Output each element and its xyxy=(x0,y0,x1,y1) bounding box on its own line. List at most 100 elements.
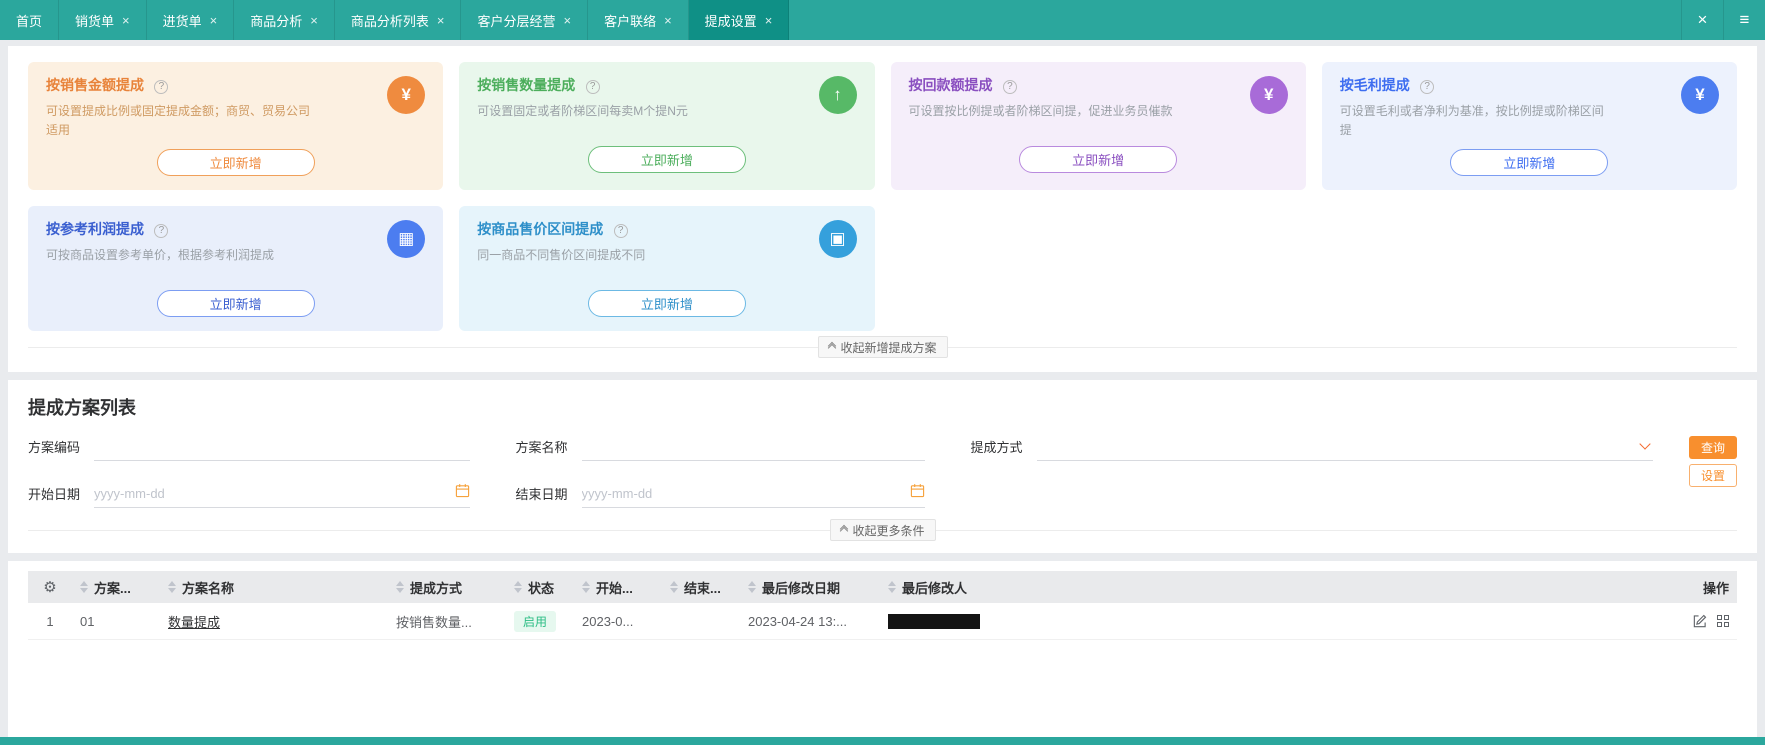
help-icon[interactable]: ? xyxy=(1002,79,1017,94)
tab-bar: 首页 销货单 × 进货单 × 商品分析 × 商品分析列表 × 客户分层经营 × … xyxy=(0,0,1765,40)
plan-name-field: 方案名称 xyxy=(515,436,971,462)
card-description: 可按商品设置参考单价，根据参考利润提成 xyxy=(46,248,275,263)
calendar-icon[interactable] xyxy=(455,483,470,503)
tab-label: 客户分层经营 xyxy=(477,13,556,29)
plan-name-link[interactable]: 数量提成 xyxy=(168,612,220,631)
row-operations xyxy=(1667,614,1737,629)
plan-code-input[interactable] xyxy=(94,436,470,457)
icon-glyph: ▦ xyxy=(398,229,415,249)
sort-icon[interactable] xyxy=(748,581,756,594)
header-start-date[interactable]: 开始... xyxy=(574,578,662,597)
search-button[interactable]: 查询 xyxy=(1689,436,1737,460)
header-label: 开始... xyxy=(596,580,633,596)
tab-product-analysis-list[interactable]: 商品分析列表 × xyxy=(335,0,462,40)
header-end-date[interactable]: 结束... xyxy=(662,578,740,597)
tab-close-icon[interactable]: × xyxy=(437,13,445,28)
header-modified-by[interactable]: 最后修改人 xyxy=(880,578,1667,597)
sort-icon[interactable] xyxy=(168,581,176,594)
end-date-input[interactable] xyxy=(581,483,904,504)
sort-icon[interactable] xyxy=(582,581,590,594)
add-now-button[interactable]: 立即新增 xyxy=(587,290,746,318)
card-title-row: 按回款额提成 ? xyxy=(909,75,1288,95)
row-start-date: 2023-0... xyxy=(582,613,634,629)
tab-customer-segmentation[interactable]: 客户分层经营 × xyxy=(461,0,589,40)
tab-sales-order[interactable]: 销货单 × xyxy=(59,0,147,40)
commission-method-value[interactable] xyxy=(1036,436,1641,457)
filter-buttons: 查询 设置 xyxy=(1689,436,1737,488)
tabbar-actions: × ≡ xyxy=(1681,0,1765,40)
profit-icon: ¥ xyxy=(1681,76,1719,114)
main-content: 按销售金额提成 ? 可设置提成比例或固定提成金额；商贸、贸易公司适用 ¥ 立即新… xyxy=(0,40,1765,737)
add-now-button[interactable]: 立即新增 xyxy=(1450,149,1609,177)
menu-icon[interactable]: ≡ xyxy=(1723,0,1765,40)
sort-icon[interactable] xyxy=(80,581,88,594)
sort-icon[interactable] xyxy=(396,581,404,594)
edit-icon[interactable] xyxy=(1692,614,1707,629)
header-label: 最后修改日期 xyxy=(762,580,841,596)
add-now-button[interactable]: 立即新增 xyxy=(587,146,746,173)
plan-name-label: 方案名称 xyxy=(515,440,568,456)
commission-method-select[interactable] xyxy=(1036,436,1653,462)
help-icon[interactable]: ? xyxy=(585,79,600,94)
header-label: 最后修改人 xyxy=(902,580,968,596)
card-payment-collection-commission: 按回款额提成 ? 可设置按比例提或者阶梯区间提，促进业务员催款 ¥ 立即新增 xyxy=(890,62,1306,191)
tab-close-icon[interactable]: × xyxy=(765,13,773,28)
icon-glyph: ↑ xyxy=(833,85,842,104)
quantity-icon: ↑ xyxy=(818,76,857,114)
row-index: 1 xyxy=(46,613,54,629)
start-date-input[interactable] xyxy=(94,483,449,504)
card-description: 可设置固定或者阶梯区间每卖M个提N元 xyxy=(477,104,688,118)
tab-close-icon[interactable]: × xyxy=(563,13,571,28)
sort-icon[interactable] xyxy=(514,581,522,594)
header-plan-code[interactable]: 方案... xyxy=(72,578,160,597)
tab-close-icon[interactable]: × xyxy=(122,13,130,28)
collapse-cards-toggle[interactable]: 收起新增提成方案 xyxy=(817,336,948,359)
add-now-button[interactable]: 立即新增 xyxy=(1019,146,1178,173)
table-row[interactable]: 1 01 数量提成 按销售数量... 启用 2023-0... 2023-04-… xyxy=(28,603,1737,641)
tab-product-analysis[interactable]: 商品分析 × xyxy=(234,0,335,40)
header-method[interactable]: 提成方式 xyxy=(388,578,506,597)
tab-purchase-order[interactable]: 进货单 × xyxy=(147,0,235,40)
gear-icon[interactable]: ⚙ xyxy=(43,578,56,596)
row-plan-code: 01 xyxy=(80,613,95,629)
card-title-row: 按毛利提成 ? xyxy=(1340,75,1719,95)
tab-close-icon[interactable]: × xyxy=(664,13,672,28)
payment-icon: ¥ xyxy=(1249,76,1288,114)
tab-commission-settings[interactable]: 提成设置 × xyxy=(688,0,790,40)
filter-row-2: 开始日期 结束日期 xyxy=(28,483,1654,509)
tab-label: 提成设置 xyxy=(704,13,757,29)
plan-table-section: ⚙ 方案... 方案名称 提成方式 状态 开始... 结束... 最后修改日期 … xyxy=(8,561,1757,737)
help-icon[interactable]: ? xyxy=(154,79,169,94)
plan-list-section: 提成方案列表 方案编码 方案名称 提成方式 开始日期 yyyy-mm-dd 结束… xyxy=(8,380,1757,554)
settings-button[interactable]: 设置 xyxy=(1689,464,1737,488)
filter-row-2-spacer xyxy=(971,483,1654,508)
collapse-filter-toggle[interactable]: 收起更多条件 xyxy=(829,519,936,542)
card-gross-profit-commission: 按毛利提成 ? 可设置毛利或者净利为基准，按比例提或阶梯区间提 ¥ 立即新增 xyxy=(1321,62,1737,191)
sort-icon[interactable] xyxy=(670,581,678,594)
tab-close-icon[interactable]: × xyxy=(310,13,318,28)
help-icon[interactable]: ? xyxy=(154,223,169,238)
money-bag-icon: ¥ xyxy=(387,76,426,114)
tab-customer-contact[interactable]: 客户联络 × xyxy=(588,0,689,40)
footer-bar xyxy=(0,737,1765,745)
add-now-button[interactable]: 立即新增 xyxy=(156,290,315,318)
more-grid-icon[interactable] xyxy=(1717,615,1729,628)
tab-home[interactable]: 首页 xyxy=(0,0,60,40)
sort-icon[interactable] xyxy=(888,581,896,594)
header-label: 状态 xyxy=(528,580,555,596)
help-icon[interactable]: ? xyxy=(1420,79,1435,94)
commission-cards-section: 按销售金额提成 ? 可设置提成比例或固定提成金额；商贸、贸易公司适用 ¥ 立即新… xyxy=(8,46,1757,373)
add-now-button[interactable]: 立即新增 xyxy=(156,149,315,177)
close-all-icon[interactable]: × xyxy=(1681,0,1723,40)
header-modified-date[interactable]: 最后修改日期 xyxy=(740,578,880,597)
help-icon[interactable]: ? xyxy=(613,223,628,238)
plan-name-input[interactable] xyxy=(581,436,925,457)
header-plan-name[interactable]: 方案名称 xyxy=(160,578,388,597)
header-status[interactable]: 状态 xyxy=(506,578,574,597)
redacted-modified-by xyxy=(888,613,980,629)
tab-close-icon[interactable]: × xyxy=(210,13,218,28)
chevron-down-icon[interactable] xyxy=(1639,438,1651,450)
card-title: 按参考利润提成 xyxy=(46,221,144,238)
app: 首页 销货单 × 进货单 × 商品分析 × 商品分析列表 × 客户分层经营 × … xyxy=(0,0,1765,745)
calendar-icon[interactable] xyxy=(910,483,925,503)
